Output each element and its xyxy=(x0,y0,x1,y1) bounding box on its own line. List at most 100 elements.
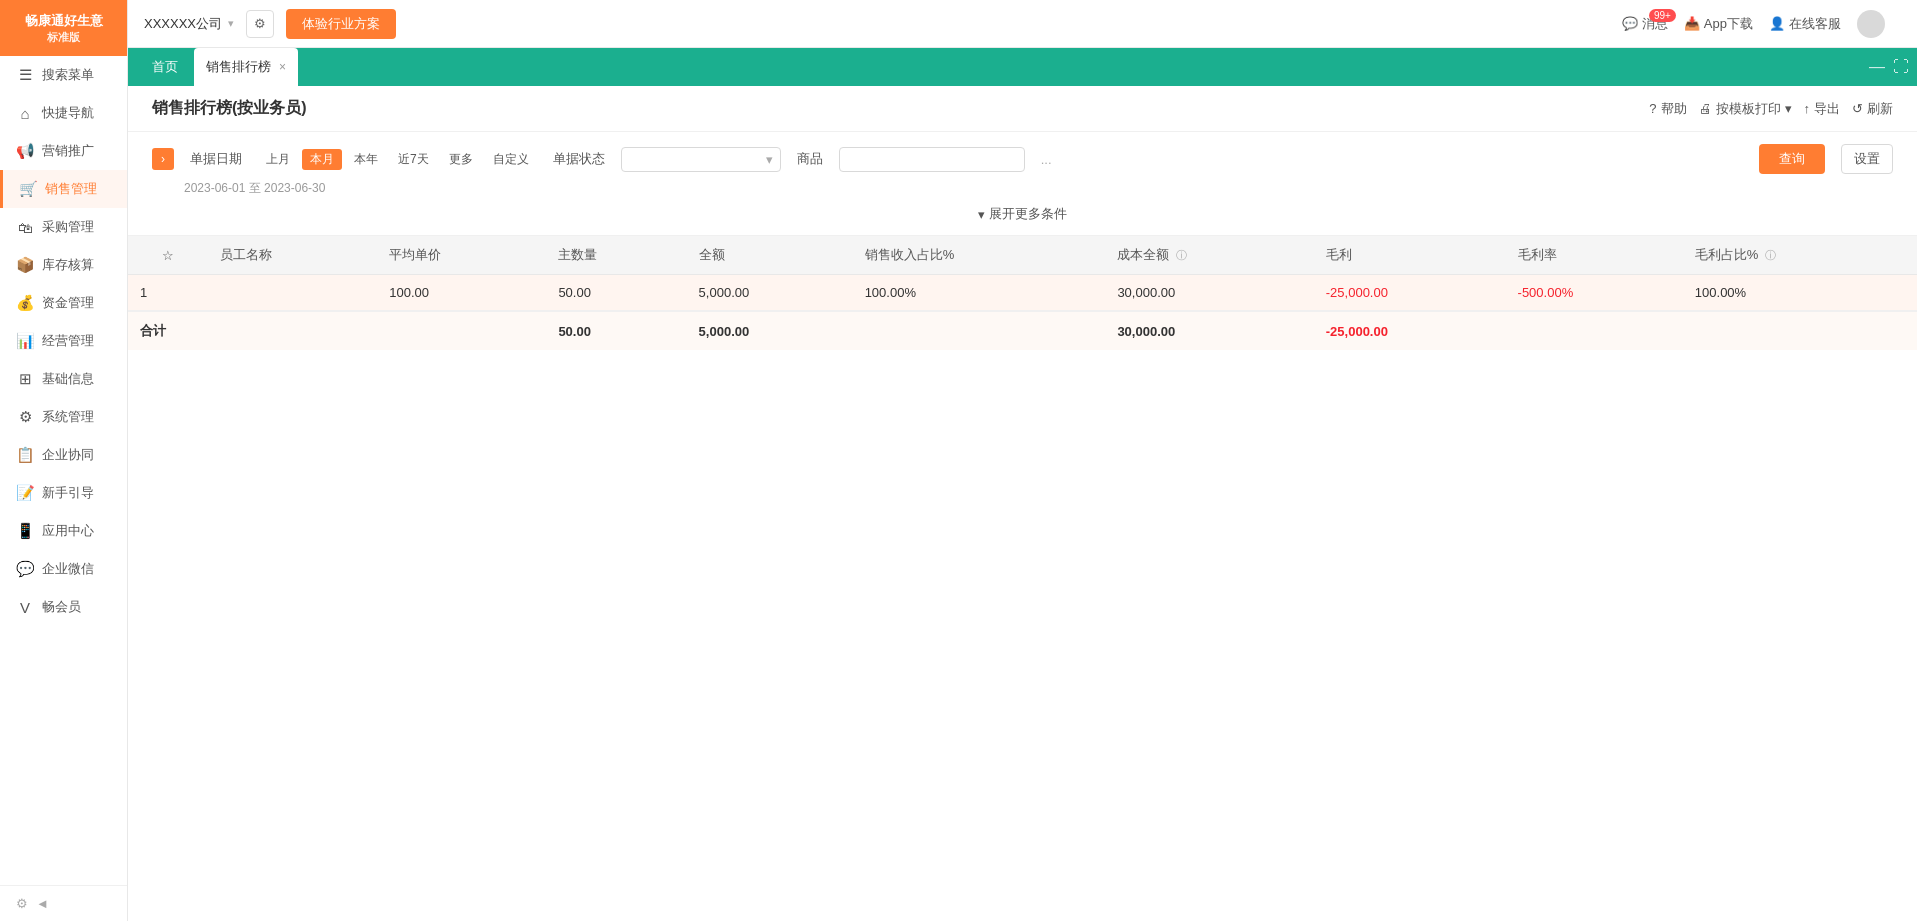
wechat-icon: 💬 xyxy=(16,560,34,578)
purchase-icon: 🛍 xyxy=(16,219,34,236)
sidebar-item-label: 畅会员 xyxy=(42,598,81,616)
table-footer-row: 合计 50.00 5,000.00 30,000.00 -25,000.00 xyxy=(128,311,1917,350)
service-icon: 👤 xyxy=(1769,16,1785,31)
sidebar-bottom: ⚙ ◄ xyxy=(0,885,127,921)
enterprise-icon: 📋 xyxy=(16,446,34,464)
date-tab-this-year[interactable]: 本年 xyxy=(346,149,386,170)
filter-bar: › 单据日期 上月 本月 本年 近7天 更多 自定义 单据状态 xyxy=(128,132,1917,236)
topbar-right: 💬 消息 99+ 📥 App下载 👤 在线客服 xyxy=(1622,10,1901,38)
sidebar-item-inventory[interactable]: 📦 库存核算 xyxy=(0,246,127,284)
cell-name xyxy=(208,275,377,312)
company-selector[interactable]: XXXXXX公司 ▾ xyxy=(144,15,234,33)
sidebar-item-label: 新手引导 xyxy=(42,484,94,502)
gross-pct-info-icon: ⓘ xyxy=(1765,249,1776,261)
date-tabs: 上月 本月 本年 近7天 更多 自定义 xyxy=(258,149,537,170)
chevron-down-icon: ▾ xyxy=(1785,101,1792,116)
sidebar-item-wechat[interactable]: 💬 企业微信 xyxy=(0,550,127,588)
date-tab-7days[interactable]: 近7天 xyxy=(390,149,437,170)
member-icon: V xyxy=(16,599,34,616)
tab-label: 销售排行榜 xyxy=(206,58,271,76)
date-tab-this-month[interactable]: 本月 xyxy=(302,149,342,170)
expand-more-button[interactable]: ▾ 展开更多条件 xyxy=(152,205,1893,223)
sidebar-item-basics[interactable]: ⊞ 基础信息 xyxy=(0,360,127,398)
online-service-button[interactable]: 👤 在线客服 xyxy=(1769,15,1841,33)
tab-sales-ranking[interactable]: 销售排行榜 × xyxy=(194,48,298,86)
sidebar-item-enterprise[interactable]: 📋 企业协同 xyxy=(0,436,127,474)
footer-avg-price xyxy=(377,311,546,350)
col-amount: 全额 xyxy=(687,236,853,275)
tab-home[interactable]: 首页 xyxy=(136,48,194,86)
app-center-icon: 📱 xyxy=(16,522,34,540)
date-tab-custom[interactable]: 自定义 xyxy=(485,149,537,170)
company-name: XXXXXX公司 xyxy=(144,15,222,33)
settings-button[interactable]: 设置 xyxy=(1841,144,1893,174)
message-icon: 💬 xyxy=(1622,16,1638,31)
sidebar-item-app-center[interactable]: 📱 应用中心 xyxy=(0,512,127,550)
sales-icon: 🛒 xyxy=(19,180,37,198)
col-gross-rate: 毛利率 xyxy=(1506,236,1683,275)
app-download-button[interactable]: 📥 App下载 xyxy=(1684,15,1753,33)
cell-quantity: 50.00 xyxy=(546,275,686,312)
col-gross-pct: 毛利占比% ⓘ xyxy=(1683,236,1917,275)
sidebar-item-finance[interactable]: 💰 资金管理 xyxy=(0,284,127,322)
sidebar-item-search-order[interactable]: ☰ 搜索菜单 xyxy=(0,56,127,94)
footer-gross-pct xyxy=(1683,311,1917,350)
sidebar-item-label: 资金管理 xyxy=(42,294,94,312)
sidebar-collapse-icon[interactable]: ◄ xyxy=(36,896,49,911)
expand-filter-button[interactable]: › xyxy=(152,148,174,170)
page-title: 销售排行榜(按业务员) xyxy=(152,98,307,119)
col-settings[interactable]: ☆ xyxy=(128,236,208,275)
online-service-label: 在线客服 xyxy=(1789,15,1841,33)
avatar[interactable] xyxy=(1857,10,1885,38)
sidebar-settings-icon[interactable]: ⚙ xyxy=(16,896,28,911)
notification-button[interactable]: 💬 消息 99+ xyxy=(1622,15,1668,33)
tab-close-icon[interactable]: × xyxy=(279,60,286,74)
footer-gross: -25,000.00 xyxy=(1314,311,1506,350)
logo-main: 畅康通好生意 xyxy=(25,12,103,30)
sidebar-item-guide[interactable]: 📝 新手引导 xyxy=(0,474,127,512)
status-select[interactable] xyxy=(621,147,781,172)
sidebar-item-label: 营销推广 xyxy=(42,142,94,160)
refresh-icon: ↺ xyxy=(1852,101,1863,116)
sidebar-item-label: 销售管理 xyxy=(45,180,97,198)
sidebar-item-member[interactable]: V 畅会员 xyxy=(0,588,127,626)
sidebar-logo: 畅康通好生意 标准版 xyxy=(0,0,127,56)
sidebar-item-quick-nav[interactable]: ⌂ 快捷导航 xyxy=(0,94,127,132)
tab-minimize-icon[interactable]: — xyxy=(1869,58,1885,76)
sidebar-item-marketing[interactable]: 📢 营销推广 xyxy=(0,132,127,170)
refresh-button[interactable]: ↺ 刷新 xyxy=(1852,100,1893,118)
tabbar: 首页 销售排行榜 × — ⛶ xyxy=(128,48,1917,86)
goods-input[interactable] xyxy=(839,147,1025,172)
expand-down-icon: ▾ xyxy=(978,207,985,222)
sidebar-item-label: 经营管理 xyxy=(42,332,94,350)
app-download-label: App下载 xyxy=(1704,15,1753,33)
ranking-table: ☆ 员工名称 平均单价 主数量 全额 销售收入占比% 成本全额 ⓘ 毛利 毛利率… xyxy=(128,236,1917,350)
experience-button[interactable]: 体验行业方案 xyxy=(286,9,396,39)
print-icon: 🖨 xyxy=(1699,101,1712,116)
sidebar-item-sales[interactable]: 🛒 销售管理 xyxy=(0,170,127,208)
sidebar-item-label: 应用中心 xyxy=(42,522,94,540)
settings-button[interactable]: ⚙ xyxy=(246,10,274,38)
page-content: 销售排行榜(按业务员) ? 帮助 🖨 按模板打印 ▾ ↑ 导出 ↺ 刷新 xyxy=(128,86,1917,921)
status-filter-label: 单据状态 xyxy=(553,150,605,168)
sidebar-item-operations[interactable]: 📊 经营管理 xyxy=(0,322,127,360)
footer-label: 合计 xyxy=(128,311,377,350)
more-filters-link[interactable]: ... xyxy=(1041,152,1052,167)
footer-sales-pct xyxy=(853,311,1106,350)
sidebar-item-purchase[interactable]: 🛍 采购管理 xyxy=(0,208,127,246)
date-tab-last-month[interactable]: 上月 xyxy=(258,149,298,170)
tab-actions: — ⛶ xyxy=(1869,58,1909,76)
print-button[interactable]: 🖨 按模板打印 ▾ xyxy=(1699,100,1792,118)
query-button[interactable]: 查询 xyxy=(1759,144,1825,174)
date-range: 2023-06-01 至 2023-06-30 xyxy=(184,180,325,197)
settings-icon[interactable]: ☆ xyxy=(162,248,174,263)
export-button[interactable]: ↑ 导出 xyxy=(1804,100,1841,118)
tab-expand-icon[interactable]: ⛶ xyxy=(1893,58,1909,76)
sidebar-item-label: 快捷导航 xyxy=(42,104,94,122)
date-tab-more[interactable]: 更多 xyxy=(441,149,481,170)
help-button[interactable]: ? 帮助 xyxy=(1649,100,1686,118)
col-name: 员工名称 xyxy=(208,236,377,275)
sidebar-item-system[interactable]: ⚙ 系统管理 xyxy=(0,398,127,436)
download-icon: 📥 xyxy=(1684,16,1700,31)
chevron-down-icon: ▾ xyxy=(228,17,234,30)
